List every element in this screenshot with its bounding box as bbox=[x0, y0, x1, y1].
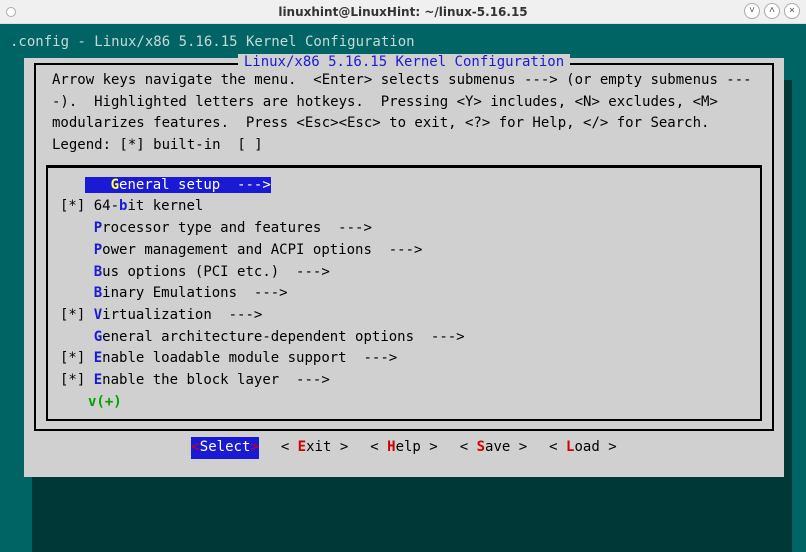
window-controls: ˅ ˄ × bbox=[744, 3, 800, 19]
config-header: .config - Linux/x86 5.16.15 Kernel Confi… bbox=[6, 34, 800, 50]
window-titlebar: linuxhint@LinuxHint: ~/linux-5.16.15 ˅ ˄… bbox=[0, 0, 806, 24]
menu-item-8[interactable]: [*] Enable loadable module support ---> bbox=[60, 348, 748, 370]
menu-list[interactable]: General setup --->[*] 64-bit kernel Proc… bbox=[60, 175, 748, 392]
menu-item-2[interactable]: Processor type and features ---> bbox=[60, 218, 748, 240]
menu-item-4[interactable]: Bus options (PCI etc.) ---> bbox=[60, 262, 748, 284]
menu-more-indicator: v(+) bbox=[60, 392, 748, 414]
menu-item-5[interactable]: Binary Emulations ---> bbox=[60, 283, 748, 305]
window-title: linuxhint@LinuxHint: ~/linux-5.16.15 bbox=[0, 5, 806, 19]
menu-item-7[interactable]: General architecture-dependent options -… bbox=[60, 327, 748, 349]
save-button[interactable]: < Save > bbox=[460, 437, 527, 459]
menu-item-1[interactable]: [*] 64-bit kernel bbox=[60, 196, 748, 218]
load-button[interactable]: < Load > bbox=[549, 437, 616, 459]
maximize-icon[interactable]: ˄ bbox=[764, 3, 780, 19]
minimize-icon[interactable]: ˅ bbox=[744, 3, 760, 19]
menu-item-6[interactable]: [*] Virtualization ---> bbox=[60, 305, 748, 327]
menu-item-9[interactable]: [*] Enable the block layer ---> bbox=[60, 370, 748, 392]
select-button[interactable]: <Select> bbox=[191, 437, 258, 459]
close-icon[interactable]: × bbox=[784, 3, 800, 19]
help-button[interactable]: < Help > bbox=[370, 437, 437, 459]
terminal: .config - Linux/x86 5.16.15 Kernel Confi… bbox=[0, 24, 806, 552]
button-bar: <Select> < Exit > < Help > < Save > < Lo… bbox=[34, 437, 774, 459]
menu-item-3[interactable]: Power management and ACPI options ---> bbox=[60, 240, 748, 262]
menuconfig-dialog: Linux/x86 5.16.15 Kernel Configuration A… bbox=[24, 58, 784, 477]
exit-button[interactable]: < Exit > bbox=[281, 437, 348, 459]
menu-item-0[interactable]: General setup ---> bbox=[60, 175, 748, 197]
dialog-help-text: Arrow keys navigate the menu. <Enter> se… bbox=[44, 70, 764, 161]
